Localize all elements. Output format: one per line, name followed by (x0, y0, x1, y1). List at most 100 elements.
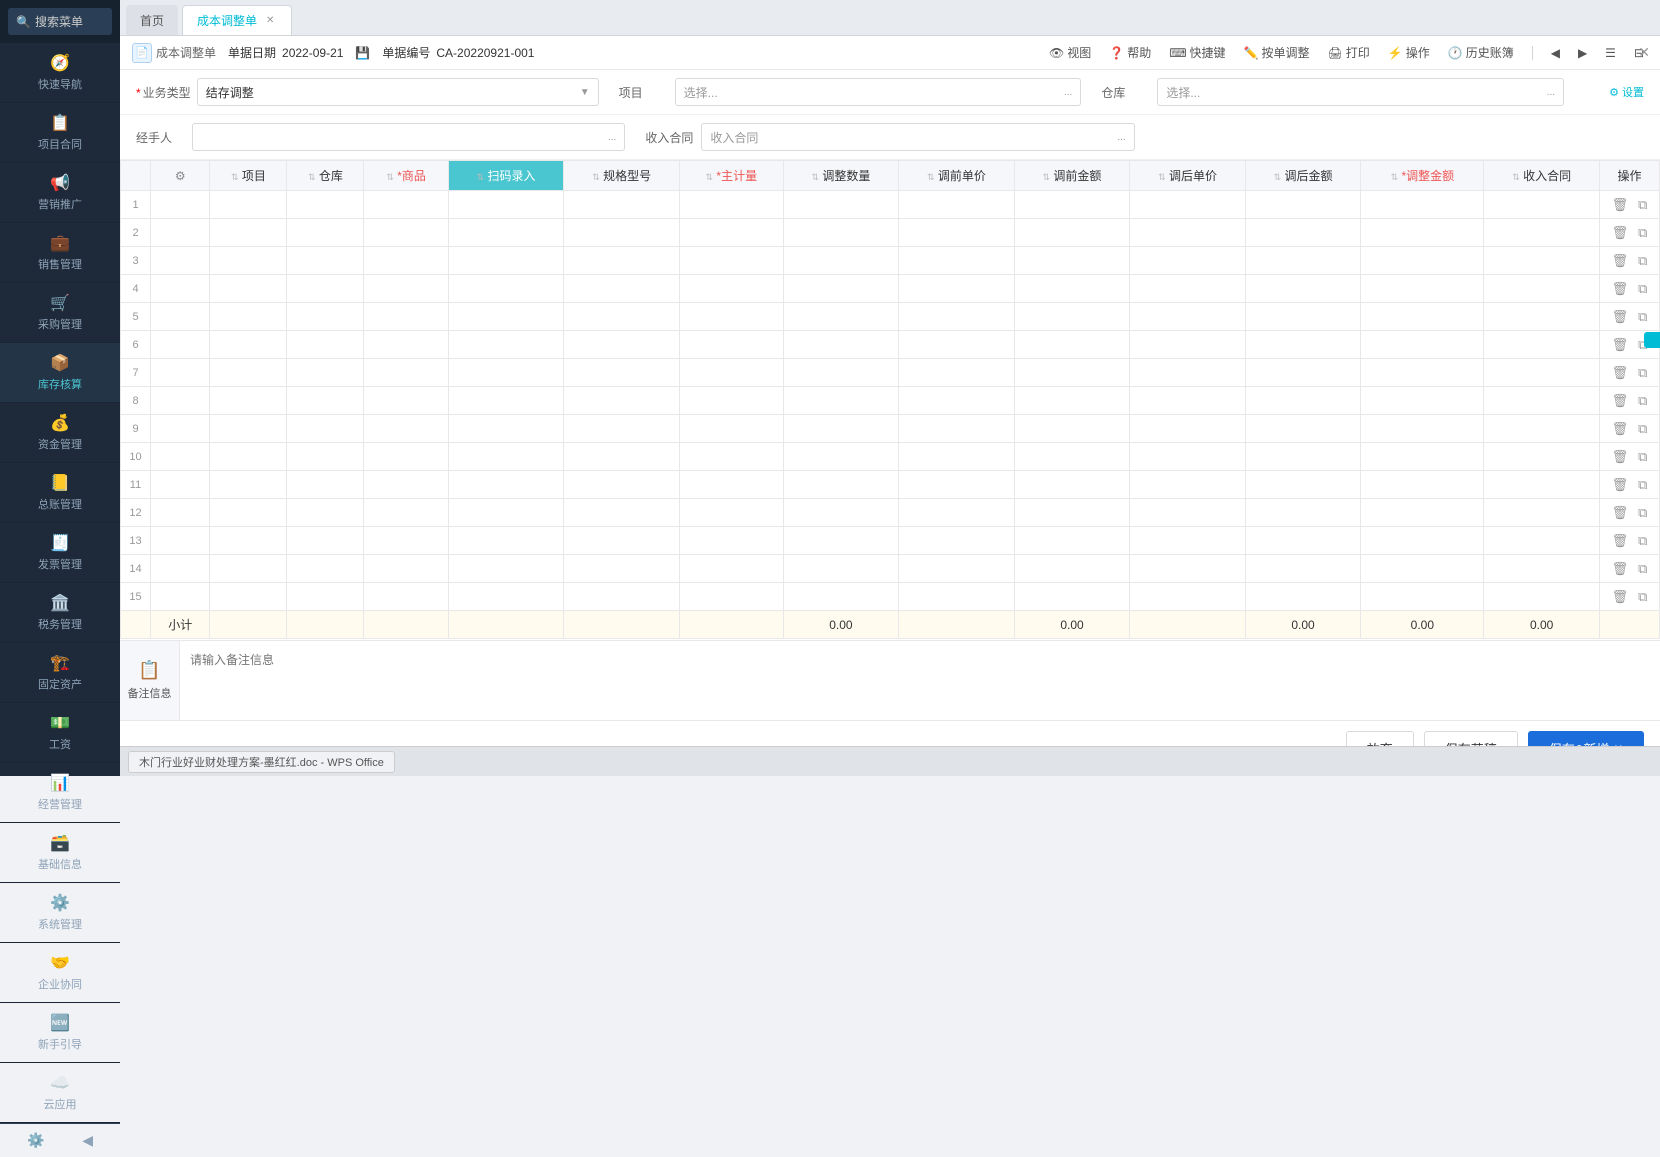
tab-home[interactable]: 首页 (126, 5, 178, 35)
row-13-adj_amount[interactable] (1361, 527, 1484, 555)
row-9-adj_amount[interactable] (1361, 415, 1484, 443)
row-7-after_amount[interactable] (1245, 359, 1361, 387)
row-3-settings[interactable] (151, 247, 210, 275)
row-13-after_unit_price[interactable] (1130, 527, 1246, 555)
row-14-before_amount[interactable] (1014, 555, 1130, 583)
row-8-after_amount[interactable] (1245, 387, 1361, 415)
sidebar-item-quick-nav[interactable]: 🧭 快速导航 (0, 43, 120, 103)
row-11-copy-btn[interactable]: ⧉ (1635, 476, 1650, 494)
row-5-spec[interactable] (564, 303, 680, 331)
row-1-scan[interactable] (448, 191, 564, 219)
row-15-product[interactable] (364, 583, 448, 611)
row-14-adj_qty[interactable] (783, 555, 899, 583)
row-1-unit[interactable] (679, 191, 783, 219)
row-9-warehouse[interactable] (287, 415, 364, 443)
row-13-before_amount[interactable] (1014, 527, 1130, 555)
row-7-settings[interactable] (151, 359, 210, 387)
row-14-settings[interactable] (151, 555, 210, 583)
row-15-before_amount[interactable] (1014, 583, 1130, 611)
row-10-after_amount[interactable] (1245, 443, 1361, 471)
row-15-warehouse[interactable] (287, 583, 364, 611)
row-6-adj_qty[interactable] (783, 331, 899, 359)
row-9-scan[interactable] (448, 415, 564, 443)
row-7-scan[interactable] (448, 359, 564, 387)
row-8-adj_amount[interactable] (1361, 387, 1484, 415)
row-4-adj_qty[interactable] (783, 275, 899, 303)
row-13-income_contract[interactable] (1484, 527, 1600, 555)
row-13-copy-btn[interactable]: ⧉ (1635, 532, 1650, 550)
row-3-spec[interactable] (564, 247, 680, 275)
row-11-after_amount[interactable] (1245, 471, 1361, 499)
row-12-settings[interactable] (151, 499, 210, 527)
row-6-before_amount[interactable] (1014, 331, 1130, 359)
row-6-income_contract[interactable] (1484, 331, 1600, 359)
row-2-copy-btn[interactable]: ⧉ (1635, 224, 1650, 242)
row-7-product[interactable] (364, 359, 448, 387)
row-5-copy-btn[interactable]: ⧉ (1635, 308, 1650, 326)
row-15-after_unit_price[interactable] (1130, 583, 1246, 611)
row-4-before_unit_price[interactable] (899, 275, 1015, 303)
row-11-warehouse[interactable] (287, 471, 364, 499)
row-2-settings[interactable] (151, 219, 210, 247)
row-4-warehouse[interactable] (287, 275, 364, 303)
sidebar-item-new-guide[interactable]: 🆕 新手引导 (0, 1003, 120, 1063)
row-13-after_amount[interactable] (1245, 527, 1361, 555)
tab-cost-adjust-close[interactable]: ✕ (263, 14, 277, 27)
handler-input[interactable]: ... (192, 123, 625, 151)
row-5-unit[interactable] (679, 303, 783, 331)
row-1-warehouse[interactable] (287, 191, 364, 219)
row-7-adj_amount[interactable] (1361, 359, 1484, 387)
search-menu-button[interactable]: 🔍 搜索菜单 (8, 8, 112, 35)
row-2-before_amount[interactable] (1014, 219, 1130, 247)
row-3-after_amount[interactable] (1245, 247, 1361, 275)
row-7-copy-btn[interactable]: ⧉ (1635, 364, 1650, 382)
sidebar-item-fixed-assets[interactable]: 🏗️ 固定资产 (0, 643, 120, 703)
row-10-project[interactable] (210, 443, 287, 471)
row-3-unit[interactable] (679, 247, 783, 275)
row-11-unit[interactable] (679, 471, 783, 499)
toolbar-nav-next-button[interactable]: ▶ (1574, 44, 1591, 62)
row-2-delete-btn[interactable]: 🗑 (1609, 224, 1632, 242)
row-6-warehouse[interactable] (287, 331, 364, 359)
row-4-after_unit_price[interactable] (1130, 275, 1246, 303)
row-13-unit[interactable] (679, 527, 783, 555)
row-15-copy-btn[interactable]: ⧉ (1635, 588, 1650, 606)
row-7-income_contract[interactable] (1484, 359, 1600, 387)
row-4-scan[interactable] (448, 275, 564, 303)
row-9-after_unit_price[interactable] (1130, 415, 1246, 443)
row-10-spec[interactable] (564, 443, 680, 471)
row-14-project[interactable] (210, 555, 287, 583)
row-1-adj_qty[interactable] (783, 191, 899, 219)
row-1-project[interactable] (210, 191, 287, 219)
row-14-copy-btn[interactable]: ⧉ (1635, 560, 1650, 578)
row-14-before_unit_price[interactable] (899, 555, 1015, 583)
row-4-after_amount[interactable] (1245, 275, 1361, 303)
row-7-project[interactable] (210, 359, 287, 387)
row-7-spec[interactable] (564, 359, 680, 387)
row-9-project[interactable] (210, 415, 287, 443)
sidebar-item-cloud-apps[interactable]: ☁️ 云应用 (0, 1063, 120, 1123)
row-12-after_amount[interactable] (1245, 499, 1361, 527)
collapse-icon[interactable]: ◀ (82, 1132, 93, 1149)
notes-tab[interactable]: 📋 备注信息 (120, 641, 180, 720)
row-15-before_unit_price[interactable] (899, 583, 1015, 611)
row-11-after_unit_price[interactable] (1130, 471, 1246, 499)
row-1-delete-btn[interactable]: 🗑 (1609, 196, 1632, 214)
row-8-project[interactable] (210, 387, 287, 415)
row-9-product[interactable] (364, 415, 448, 443)
row-6-product[interactable] (364, 331, 448, 359)
row-6-settings[interactable] (151, 331, 210, 359)
row-15-delete-btn[interactable]: 🗑 (1609, 588, 1632, 606)
row-11-project[interactable] (210, 471, 287, 499)
row-1-product[interactable] (364, 191, 448, 219)
row-12-before_unit_price[interactable] (899, 499, 1015, 527)
row-7-before_unit_price[interactable] (899, 359, 1015, 387)
row-5-income_contract[interactable] (1484, 303, 1600, 331)
row-14-unit[interactable] (679, 555, 783, 583)
row-9-unit[interactable] (679, 415, 783, 443)
row-14-after_unit_price[interactable] (1130, 555, 1246, 583)
sidebar-item-sales-promo[interactable]: 📢 营销推广 (0, 163, 120, 223)
row-1-adj_amount[interactable] (1361, 191, 1484, 219)
row-9-before_unit_price[interactable] (899, 415, 1015, 443)
tab-cost-adjust[interactable]: 成本调整单✕ (182, 5, 292, 35)
